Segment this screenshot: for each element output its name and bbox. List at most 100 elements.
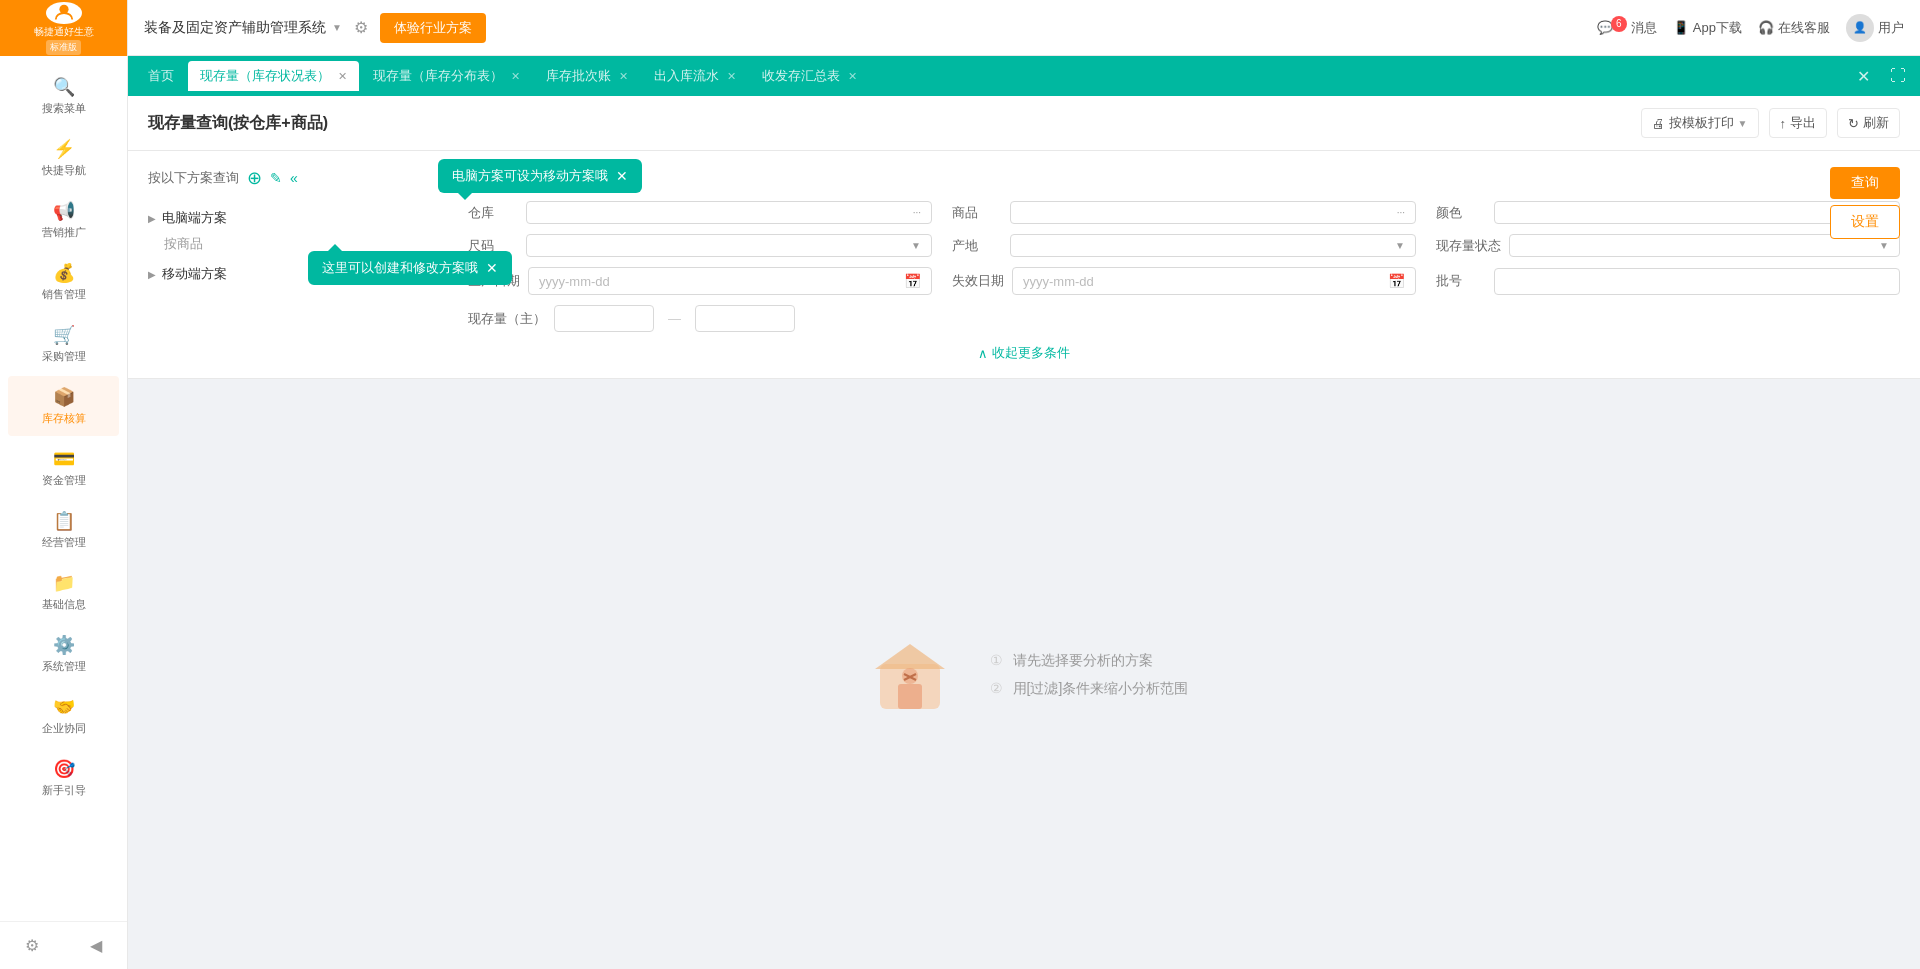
- empty-illustration: [860, 624, 960, 724]
- expiredate-placeholder: yyyy-mm-dd: [1023, 274, 1094, 289]
- warehouse-arrow: ···: [913, 207, 921, 218]
- user-label: 用户: [1878, 19, 1904, 37]
- tab-inventory-dist-close[interactable]: ✕: [511, 70, 520, 83]
- message-badge: 6: [1611, 16, 1627, 32]
- stock-separator: —: [668, 311, 681, 326]
- purchase-icon: 🛒: [53, 324, 75, 346]
- filter-grid-row1: 仓库 ··· 商品 ···: [468, 201, 1900, 224]
- online-service-btn[interactable]: 🎧 在线客服: [1758, 19, 1830, 37]
- scheme-node-pc-label: 电脑端方案: [162, 209, 227, 227]
- warehouse-select[interactable]: ···: [526, 201, 932, 224]
- app-logo: 畅捷通好生意 标准版: [0, 0, 127, 56]
- reset-btn[interactable]: 设置: [1830, 205, 1900, 239]
- message-btn[interactable]: 💬 6 消息: [1597, 19, 1657, 37]
- sidebar-item-quicknav[interactable]: ⚡ 快捷导航: [8, 128, 119, 188]
- refresh-icon: ↻: [1848, 116, 1859, 131]
- tab-inventory-dist[interactable]: 现存量（库存分布表） ✕: [361, 61, 532, 91]
- quicknav-icon: ⚡: [53, 138, 75, 160]
- edit-scheme-btn[interactable]: ✎: [270, 170, 282, 186]
- scheme-arrows-btn[interactable]: «: [290, 170, 298, 186]
- print-arrow-icon: ▼: [1738, 118, 1748, 129]
- export-btn[interactable]: ↑ 导出: [1769, 108, 1828, 138]
- message-label: 消息: [1631, 19, 1657, 37]
- tab-fullscreen-btn[interactable]: ⛶: [1884, 65, 1912, 87]
- add-scheme-btn[interactable]: ⊕: [247, 167, 262, 189]
- header: 装备及固定资产辅助管理系统 ▼ ⚙ 体验行业方案 💬 6 消息 📱 App下载 …: [128, 0, 1920, 56]
- system-selector[interactable]: 装备及固定资产辅助管理系统 ▼: [144, 19, 342, 37]
- filter-item-warehouse: 仓库 ···: [468, 201, 932, 224]
- scheme-node-mobile[interactable]: ▶ 移动端方案: [148, 261, 308, 287]
- system-name: 装备及固定资产辅助管理系统: [144, 19, 326, 37]
- proddate-calendar-icon: 📅: [904, 273, 921, 289]
- tab-batch-close[interactable]: ✕: [619, 70, 628, 83]
- stock-min-input[interactable]: [554, 305, 654, 332]
- stock-max-input[interactable]: [695, 305, 795, 332]
- origin-label: 产地: [952, 237, 1002, 255]
- sidebar-item-label: 营销推广: [42, 225, 86, 240]
- tab-summary-close[interactable]: ✕: [848, 70, 857, 83]
- scheme-mobile-arrow: ▶: [148, 269, 156, 280]
- tabs-right: ✕ ⛶: [1851, 65, 1912, 88]
- settings-bottom-btn[interactable]: ⚙: [17, 932, 47, 959]
- sidebar-item-sales[interactable]: 💰 销售管理: [8, 252, 119, 312]
- batch-input[interactable]: [1494, 268, 1900, 295]
- tab-inventory-dist-label: 现存量（库存分布表）: [373, 67, 503, 85]
- search-btn[interactable]: 查询: [1830, 167, 1900, 199]
- sidebar-item-inventory[interactable]: 📦 库存核算: [8, 376, 119, 436]
- collapse-label: 收起更多条件: [992, 344, 1070, 362]
- refresh-label: 刷新: [1863, 114, 1889, 132]
- header-settings-icon[interactable]: ⚙: [354, 18, 368, 37]
- sidebar-item-search[interactable]: 🔍 搜索菜单: [8, 66, 119, 126]
- expiredate-input[interactable]: yyyy-mm-dd 📅: [1012, 267, 1416, 295]
- sidebar-item-baseinfo[interactable]: 📁 基础信息: [8, 562, 119, 622]
- print-btn[interactable]: 🖨 按模板打印 ▼: [1641, 108, 1759, 138]
- scheme-node-pc[interactable]: ▶ 电脑端方案: [148, 205, 308, 231]
- empty-tip-2: ② 用[过滤]条件来缩小分析范围: [990, 674, 1189, 702]
- size-select[interactable]: ▼: [526, 234, 932, 257]
- print-label: 按模板打印: [1669, 114, 1734, 132]
- tab-inventory-status-close[interactable]: ✕: [338, 70, 347, 83]
- tab-inout[interactable]: 出入库流水 ✕: [642, 61, 748, 91]
- stock-label: 现存量（主）: [468, 310, 546, 328]
- product-label: 商品: [952, 204, 1002, 222]
- app-download-btn[interactable]: 📱 App下载: [1673, 19, 1742, 37]
- svg-marker-2: [875, 644, 945, 669]
- tab-close-all-btn[interactable]: ✕: [1851, 65, 1876, 88]
- filter-actions: 查询 设置: [1830, 167, 1900, 239]
- sidebar-item-finance[interactable]: 💳 资金管理: [8, 438, 119, 498]
- warehouse-label: 仓库: [468, 204, 518, 222]
- sidebar: 畅捷通好生意 标准版 🔍 搜索菜单 ⚡ 快捷导航 📢 营销推广 💰 销售管理 🛒…: [0, 0, 128, 969]
- tooltip-text-1: 电脑方案可设为移动方案哦: [452, 167, 608, 185]
- tab-batch[interactable]: 库存批次账 ✕: [534, 61, 640, 91]
- tab-inout-close[interactable]: ✕: [727, 70, 736, 83]
- sidebar-item-marketing[interactable]: 📢 营销推广: [8, 190, 119, 250]
- search-nav-icon: 🔍: [53, 76, 75, 98]
- page-title: 现存量查询(按仓库+商品): [148, 113, 328, 134]
- refresh-btn[interactable]: ↻ 刷新: [1837, 108, 1900, 138]
- tooltip-2-close[interactable]: ✕: [486, 260, 498, 276]
- sidebar-item-management[interactable]: 📋 经营管理: [8, 500, 119, 560]
- filter-grid-row2: 尺码 ▼ 产地 ▼: [468, 234, 1900, 257]
- product-select[interactable]: ···: [1010, 201, 1416, 224]
- collapse-filter-btn[interactable]: ∧ 收起更多条件: [148, 344, 1900, 362]
- tab-inventory-status[interactable]: 现存量（库存状况表） ✕: [188, 61, 359, 91]
- origin-select[interactable]: ▼: [1010, 234, 1416, 257]
- sidebar-item-collab[interactable]: 🤝 企业协同: [8, 686, 119, 746]
- sidebar-item-purchase[interactable]: 🛒 采购管理: [8, 314, 119, 374]
- proddate-input[interactable]: yyyy-mm-dd 📅: [528, 267, 932, 295]
- baseinfo-icon: 📁: [53, 572, 75, 594]
- industry-btn[interactable]: 体验行业方案: [380, 13, 486, 43]
- filter-item-origin: 产地 ▼: [952, 234, 1416, 257]
- user-menu[interactable]: 👤 用户: [1846, 14, 1904, 42]
- collapse-sidebar-btn[interactable]: ◀: [82, 932, 110, 959]
- filter-item-batch: 批号: [1436, 267, 1900, 295]
- sidebar-item-guide[interactable]: 🎯 新手引导: [8, 748, 119, 808]
- tab-home[interactable]: 首页: [136, 61, 186, 91]
- tab-summary[interactable]: 收发存汇总表 ✕: [750, 61, 869, 91]
- sidebar-item-system[interactable]: ⚙️ 系统管理: [8, 624, 119, 684]
- service-icon: 🎧: [1758, 20, 1774, 35]
- tooltip-1-close[interactable]: ✕: [616, 168, 628, 184]
- scheme-node-product[interactable]: 按商品: [148, 231, 308, 257]
- stock-status-arrow: ▼: [1879, 240, 1889, 251]
- sidebar-item-label: 系统管理: [42, 659, 86, 674]
